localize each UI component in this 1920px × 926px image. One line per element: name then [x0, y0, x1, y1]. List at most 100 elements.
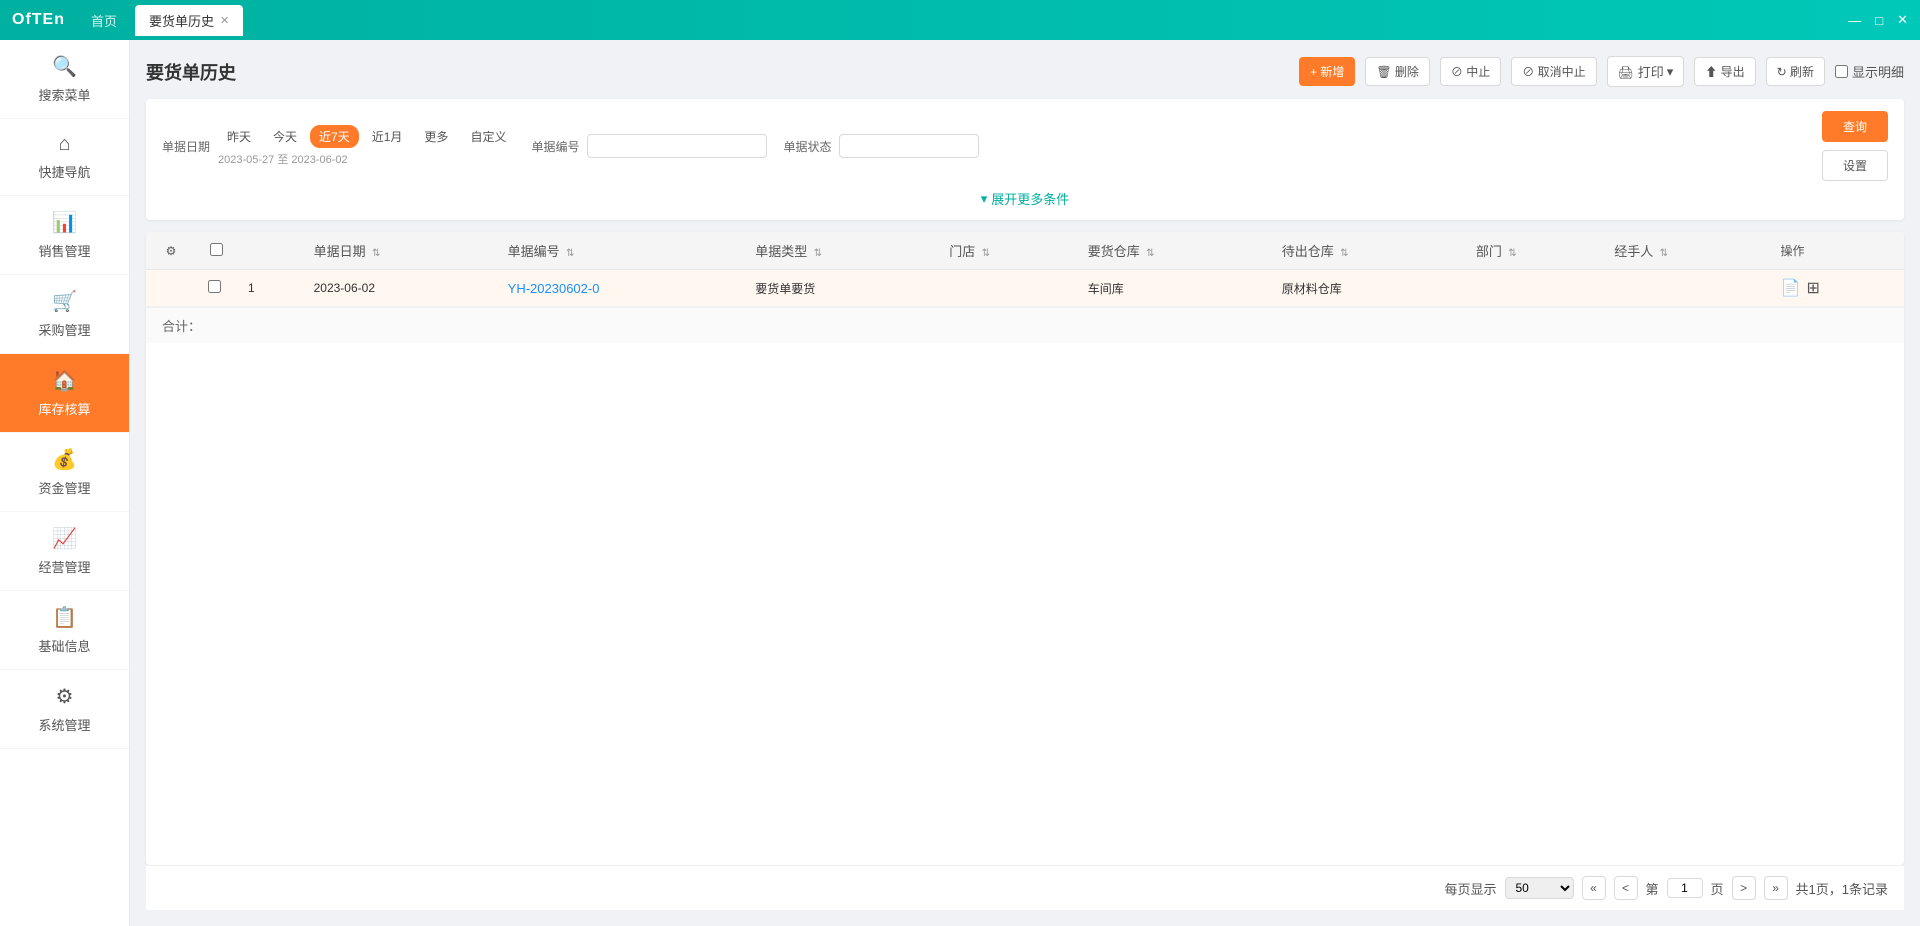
delete-button[interactable]: 🗑 删除 [1365, 57, 1430, 86]
tab-list: 首页 要货单历史 ✕ [77, 5, 1848, 36]
sort-bill-date-icon: ⇅ [372, 248, 380, 259]
td-index: 1 [236, 270, 302, 307]
window-max-icon[interactable]: □ [1875, 13, 1883, 28]
tab-bill-history[interactable]: 要货单历史 ✕ [135, 5, 243, 36]
per-page-select[interactable]: 50 10 20 100 [1505, 877, 1574, 899]
settings-button[interactable]: 设置 [1822, 150, 1888, 181]
bill-status-select[interactable] [839, 134, 979, 158]
page-suffix: 页 [1711, 879, 1724, 898]
sidebar-item-purchase[interactable]: 🛒 采购管理 [0, 275, 129, 354]
window-close-icon[interactable]: ✕ [1897, 12, 1908, 28]
bill-status-filter: 单据状态 [783, 134, 979, 158]
sidebar-item-sales-label: 销售管理 [38, 241, 90, 260]
sidebar-item-shortcut[interactable]: ⌂ 快捷导航 [0, 119, 129, 196]
bill-no-input[interactable] [587, 134, 767, 158]
home-icon: ⌂ [58, 133, 70, 156]
bill-date-filter: 单据日期 昨天 今天 近7天 近1月 更多 自定义 2023-05-27 至 2… [162, 125, 515, 167]
refresh-button[interactable]: ↻ 刷新 [1766, 57, 1825, 86]
filter-area: 单据日期 昨天 今天 近7天 近1月 更多 自定义 2023-05-27 至 2… [146, 99, 1904, 220]
print-label: 🖨 打印 [1618, 62, 1664, 81]
window-min-icon[interactable]: — [1848, 13, 1861, 28]
page-number-input[interactable] [1667, 878, 1703, 898]
td-department [1464, 270, 1602, 307]
business-icon: 📈 [52, 526, 77, 551]
expand-more-btn[interactable]: ▾ 展开更多条件 [162, 189, 1888, 208]
date-1month[interactable]: 近1月 [363, 125, 412, 148]
sort-pending-warehouse-icon: ⇅ [1340, 248, 1348, 259]
date-range-text: 2023-05-27 至 2023-06-02 [218, 151, 515, 167]
date-custom[interactable]: 自定义 [461, 125, 515, 148]
expand-icon: ▾ [981, 191, 988, 207]
display-detail-label: 显示明细 [1852, 62, 1904, 81]
table-header: ⚙ 单据日期 ⇅ 单据编号 ⇅ [146, 232, 1904, 270]
th-bill-type[interactable]: 单据类型 ⇅ [743, 232, 937, 270]
date-yesterday[interactable]: 昨天 [218, 125, 260, 148]
filter-row: 单据日期 昨天 今天 近7天 近1月 更多 自定义 2023-05-27 至 2… [162, 111, 1888, 181]
sidebar-item-finance[interactable]: 💰 资金管理 [0, 433, 129, 512]
th-action: 操作 [1769, 232, 1904, 270]
brand-logo: OfTEn [12, 11, 65, 29]
row-checkbox[interactable] [208, 280, 221, 293]
display-detail-checkbox-label[interactable]: 显示明细 [1835, 62, 1904, 81]
display-detail-checkbox[interactable] [1835, 65, 1848, 78]
new-button[interactable]: + 新增 [1299, 57, 1355, 86]
th-bill-no[interactable]: 单据编号 ⇅ [496, 232, 744, 270]
page-header: 要货单历史 + 新增 🗑 删除 ⊘ 中止 ⊘ 取消中止 🖨 打印 ▾ ⬆ 导出 … [146, 56, 1904, 87]
bill-no-link[interactable]: YH-20230602-0 [508, 281, 600, 296]
cancel-stop-button[interactable]: ⊘ 取消中止 [1511, 57, 1596, 86]
table-wrap: ⚙ 单据日期 ⇅ 单据编号 ⇅ [146, 232, 1904, 865]
sidebar-item-business[interactable]: 📈 经营管理 [0, 512, 129, 591]
bill-status-label: 单据状态 [783, 138, 831, 155]
th-settings[interactable]: ⚙ [146, 232, 196, 270]
sidebar-item-search[interactable]: 🔍 搜索菜单 [0, 40, 129, 119]
date-7days[interactable]: 近7天 [310, 125, 359, 148]
td-settings [146, 270, 196, 307]
content-area: 要货单历史 + 新增 🗑 删除 ⊘ 中止 ⊘ 取消中止 🖨 打印 ▾ ⬆ 导出 … [130, 40, 1920, 926]
prev-page-btn[interactable]: < [1614, 876, 1638, 900]
date-today[interactable]: 今天 [264, 125, 306, 148]
info-icon: 📋 [52, 605, 77, 630]
date-more[interactable]: 更多 [415, 125, 457, 148]
query-button[interactable]: 查询 [1822, 111, 1888, 142]
sort-bill-no-icon: ⇅ [566, 248, 574, 259]
chart-icon: 📊 [52, 210, 77, 235]
th-req-warehouse[interactable]: 要货仓库 ⇅ [1076, 232, 1270, 270]
export-button[interactable]: ⬆ 导出 [1694, 57, 1755, 86]
more-action-icon[interactable]: ⊞ [1806, 278, 1819, 298]
th-pending-warehouse[interactable]: 待出仓库 ⇅ [1270, 232, 1464, 270]
first-page-btn[interactable]: « [1582, 876, 1606, 900]
sidebar-item-search-label: 搜索菜单 [38, 85, 90, 104]
sidebar-item-system-label: 系统管理 [38, 715, 90, 734]
th-checkbox [196, 232, 236, 270]
page-title: 要货单历史 [146, 59, 236, 85]
bill-no-label: 单据编号 [531, 138, 579, 155]
table-row: 1 2023-06-02 YH-20230602-0 要货单要货 车间库 原材料… [146, 270, 1904, 307]
search-icon: 🔍 [52, 54, 77, 79]
table-body: 1 2023-06-02 YH-20230602-0 要货单要货 车间库 原材料… [146, 270, 1904, 307]
last-page-btn[interactable]: » [1764, 876, 1788, 900]
sidebar-item-basic-label: 基础信息 [38, 636, 90, 655]
tab-close-icon[interactable]: ✕ [220, 14, 229, 27]
print-button[interactable]: 🖨 打印 ▾ [1607, 56, 1685, 87]
th-store[interactable]: 门店 ⇅ [937, 232, 1075, 270]
sidebar-item-business-label: 经营管理 [38, 557, 90, 576]
top-bar: OfTEn 首页 要货单历史 ✕ — □ ✕ [0, 0, 1920, 40]
view-action-icon[interactable]: 📄 [1781, 278, 1801, 298]
total-info: 共1页，1条记录 [1796, 879, 1888, 898]
tab-home[interactable]: 首页 [77, 5, 131, 36]
td-bill-no: YH-20230602-0 [496, 270, 744, 307]
sidebar-item-system[interactable]: ⚙ 系统管理 [0, 670, 129, 749]
td-req-warehouse: 车间库 [1076, 270, 1270, 307]
bill-date-label: 单据日期 [162, 138, 210, 155]
th-department[interactable]: 部门 ⇅ [1464, 232, 1602, 270]
sidebar-item-basic[interactable]: 📋 基础信息 [0, 591, 129, 670]
th-bill-date[interactable]: 单据日期 ⇅ [302, 232, 496, 270]
th-handler[interactable]: 经手人 ⇅ [1602, 232, 1768, 270]
bill-status-select-wrap [839, 134, 979, 158]
date-shortcut-list: 昨天 今天 近7天 近1月 更多 自定义 [218, 125, 515, 148]
stop-button[interactable]: ⊘ 中止 [1440, 57, 1501, 86]
sidebar-item-sales[interactable]: 📊 销售管理 [0, 196, 129, 275]
sidebar-item-inventory[interactable]: 🏠 库存核算 [0, 354, 129, 433]
next-page-btn[interactable]: > [1732, 876, 1756, 900]
select-all-checkbox[interactable] [210, 243, 223, 256]
